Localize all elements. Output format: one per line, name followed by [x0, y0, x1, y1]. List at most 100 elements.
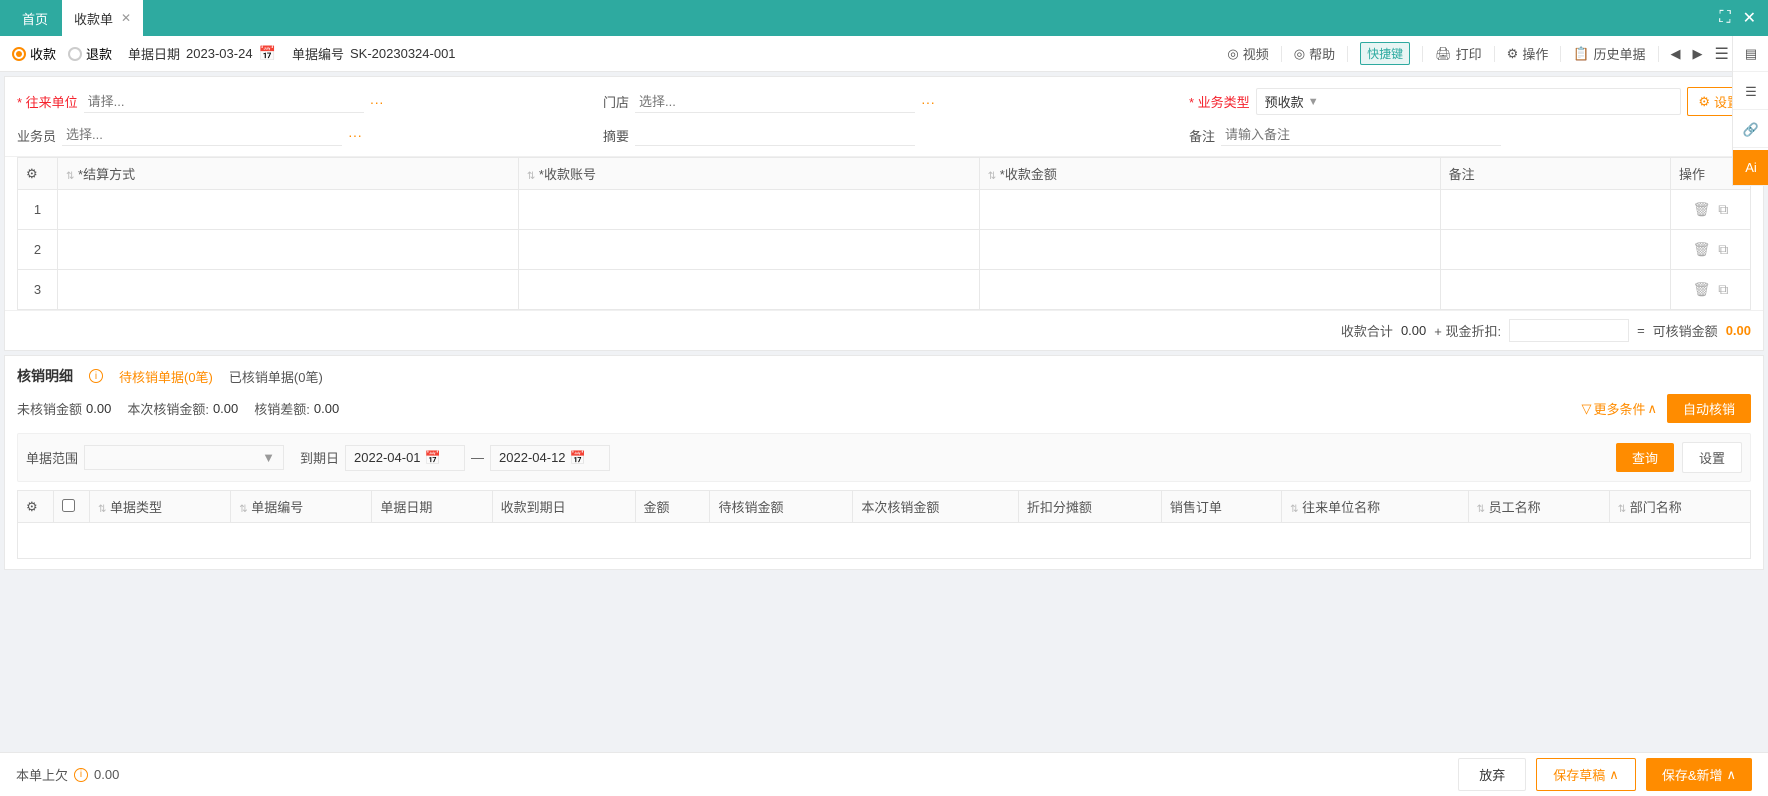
footer-buttons: 放弃 保存草稿 ∧ 保存&新增 ∧ [1458, 758, 1752, 791]
nav-home[interactable]: 首页 [8, 0, 62, 36]
action-shortcut[interactable]: 快捷键 [1360, 42, 1410, 65]
bill-date-field: 单据日期 2023-03-24 📅 [128, 44, 276, 63]
net-value: 0.00 [1726, 323, 1751, 338]
filter-actions: ▽ 更多条件 ∧ 自动核销 [1581, 394, 1751, 423]
action-help[interactable]: ◎ 帮助 [1294, 44, 1335, 63]
date-from-picker[interactable]: 2022-04-01 📅 [345, 445, 465, 471]
form-section: * 往来单位 ··· 门店 ··· * 业务类型 预收款 ▼ ⚙ 设置 [5, 77, 1763, 157]
bottom-th-discount: 折扣分摊额 [1018, 491, 1161, 523]
bottom-table: ⚙ ⇅ 单据类型 ⇅ 单据编号 单据日期 收款到期日 金额 待核销金额 本次核销… [17, 490, 1751, 559]
row-3-account[interactable] [518, 270, 979, 310]
action-video[interactable]: ◎ 视频 [1227, 44, 1268, 63]
radio-refund[interactable]: 退款 [68, 44, 112, 63]
list-view-icon[interactable]: ☰ [1715, 44, 1729, 64]
table-settings-button[interactable]: 设置 [1682, 442, 1742, 473]
side-link-icon[interactable]: 🔗 [1733, 112, 1768, 148]
shop-input[interactable] [635, 91, 915, 113]
business-type-select[interactable]: 预收款 ▼ [1256, 88, 1682, 115]
delete-row-1-icon[interactable]: 🗑 [1693, 201, 1711, 217]
table-settings-col[interactable]: ⚙ [18, 158, 58, 190]
action-ops[interactable]: ⚙ 操作 [1507, 44, 1549, 63]
net-label: 可核销金额 [1653, 321, 1718, 340]
footer: 本单上欠 i 0.00 放弃 保存草稿 ∧ 保存&新增 ∧ [0, 752, 1768, 796]
summary-input[interactable] [635, 124, 915, 146]
nav-tab-receipt[interactable]: 收款单 ✕ [62, 0, 143, 36]
shop-label: 门店 [603, 92, 629, 111]
discount-input[interactable] [1509, 319, 1629, 342]
action-video-label: 视频 [1243, 44, 1269, 63]
counterparty-more-icon[interactable]: ··· [370, 94, 384, 110]
equal-label: = [1637, 323, 1645, 338]
bill-no-field: 单据编号 SK-20230324-001 [292, 44, 456, 63]
row-1-amount[interactable] [979, 190, 1440, 230]
table-row: 2 🗑 ⧉ [18, 230, 1751, 270]
row-1-remark[interactable] [1440, 190, 1670, 230]
date-to-picker[interactable]: 2022-04-12 📅 [490, 445, 610, 471]
total-value: 0.00 [1401, 323, 1426, 338]
row-3-amount[interactable] [979, 270, 1440, 310]
footer-info-icon[interactable]: i [74, 768, 88, 782]
form-row-2: 业务员 ··· 摘要 备注 [17, 124, 1751, 146]
divider-5 [1560, 46, 1561, 62]
counterparty-input[interactable] [84, 91, 364, 113]
staff-more-icon[interactable]: ··· [348, 127, 362, 143]
pending-tab[interactable]: 待核销单据(0笔) [119, 367, 213, 386]
side-frame-icon[interactable]: Ai [1733, 150, 1768, 186]
save-new-label: 保存&新增 [1662, 765, 1723, 784]
auto-verify-button[interactable]: 自动核销 [1667, 394, 1751, 423]
remark-input[interactable] [1221, 124, 1501, 146]
copy-row-2-icon[interactable]: ⧉ [1718, 241, 1728, 257]
verification-info-icon[interactable]: i [89, 369, 103, 383]
table-row: 1 🗑 ⧉ [18, 190, 1751, 230]
action-print[interactable]: 🖨 打印 [1435, 44, 1482, 63]
staff-input[interactable] [62, 124, 342, 146]
delete-row-3-icon[interactable]: 🗑 [1693, 281, 1711, 297]
verification-section: 核销明细 i 待核销单据(0笔) 已核销单据(0笔) 未核销金额 0.00 本次… [4, 355, 1764, 570]
close-window-icon[interactable]: ✕ [1739, 6, 1760, 30]
delete-row-2-icon[interactable]: 🗑 [1693, 241, 1711, 257]
row-2-account[interactable] [518, 230, 979, 270]
row-1-account[interactable] [518, 190, 979, 230]
row-1-settlement[interactable] [58, 190, 519, 230]
radio-refund-label: 退款 [86, 44, 112, 63]
save-draft-button[interactable]: 保存草稿 ∧ [1536, 758, 1636, 791]
save-draft-label: 保存草稿 [1553, 765, 1605, 784]
save-new-button[interactable]: 保存&新增 ∧ [1646, 758, 1752, 791]
completed-tab[interactable]: 已核销单据(0笔) [229, 367, 323, 386]
verification-title: 核销明细 [17, 366, 73, 386]
row-2-ops: 🗑 ⧉ [1671, 230, 1751, 270]
calendar-icon[interactable]: 📅 [259, 45, 276, 62]
copy-row-3-icon[interactable]: ⧉ [1718, 281, 1728, 297]
expand-icon[interactable]: ⛶ [1715, 7, 1734, 29]
row-3-settlement[interactable] [58, 270, 519, 310]
side-table-icon[interactable]: ▤ [1733, 36, 1768, 72]
bottom-th-check[interactable] [54, 491, 90, 523]
row-2-remark[interactable] [1440, 230, 1670, 270]
bottom-th-amount: 金额 [635, 491, 710, 523]
close-tab-icon[interactable]: ✕ [121, 11, 131, 25]
copy-row-1-icon[interactable]: ⧉ [1718, 201, 1728, 217]
select-all-checkbox[interactable] [62, 499, 75, 512]
diff-stat: 核销差额: 0.00 [254, 399, 339, 418]
shop-more-icon[interactable]: ··· [921, 94, 935, 110]
nav-arrow-left[interactable]: ◀ [1671, 46, 1681, 62]
nav-arrow-right[interactable]: ▶ [1693, 46, 1703, 62]
bottom-th-billno: ⇅ 单据编号 [231, 491, 372, 523]
bill-date-value[interactable]: 2023-03-24 [186, 46, 253, 61]
diff-label: 核销差额: [254, 399, 310, 418]
row-2-amount[interactable] [979, 230, 1440, 270]
range-select[interactable]: ▼ [84, 445, 284, 470]
radio-receive[interactable]: 收款 [12, 44, 56, 63]
current-verify-label: 本次核销金额: [127, 399, 209, 418]
discard-button[interactable]: 放弃 [1458, 758, 1526, 791]
footer-info-label: 本单上欠 [16, 765, 68, 784]
row-3-remark[interactable] [1440, 270, 1670, 310]
query-button[interactable]: 查询 [1616, 443, 1674, 472]
save-draft-chevron: ∧ [1609, 767, 1619, 783]
action-history[interactable]: 📋 历史单据 [1573, 44, 1645, 63]
print-icon: 🖨 [1435, 46, 1452, 62]
more-conditions[interactable]: ▽ 更多条件 ∧ [1581, 399, 1657, 418]
row-2-settlement[interactable] [58, 230, 519, 270]
bottom-th-gear[interactable]: ⚙ [18, 491, 54, 523]
side-list-icon[interactable]: ☰ [1733, 74, 1768, 110]
